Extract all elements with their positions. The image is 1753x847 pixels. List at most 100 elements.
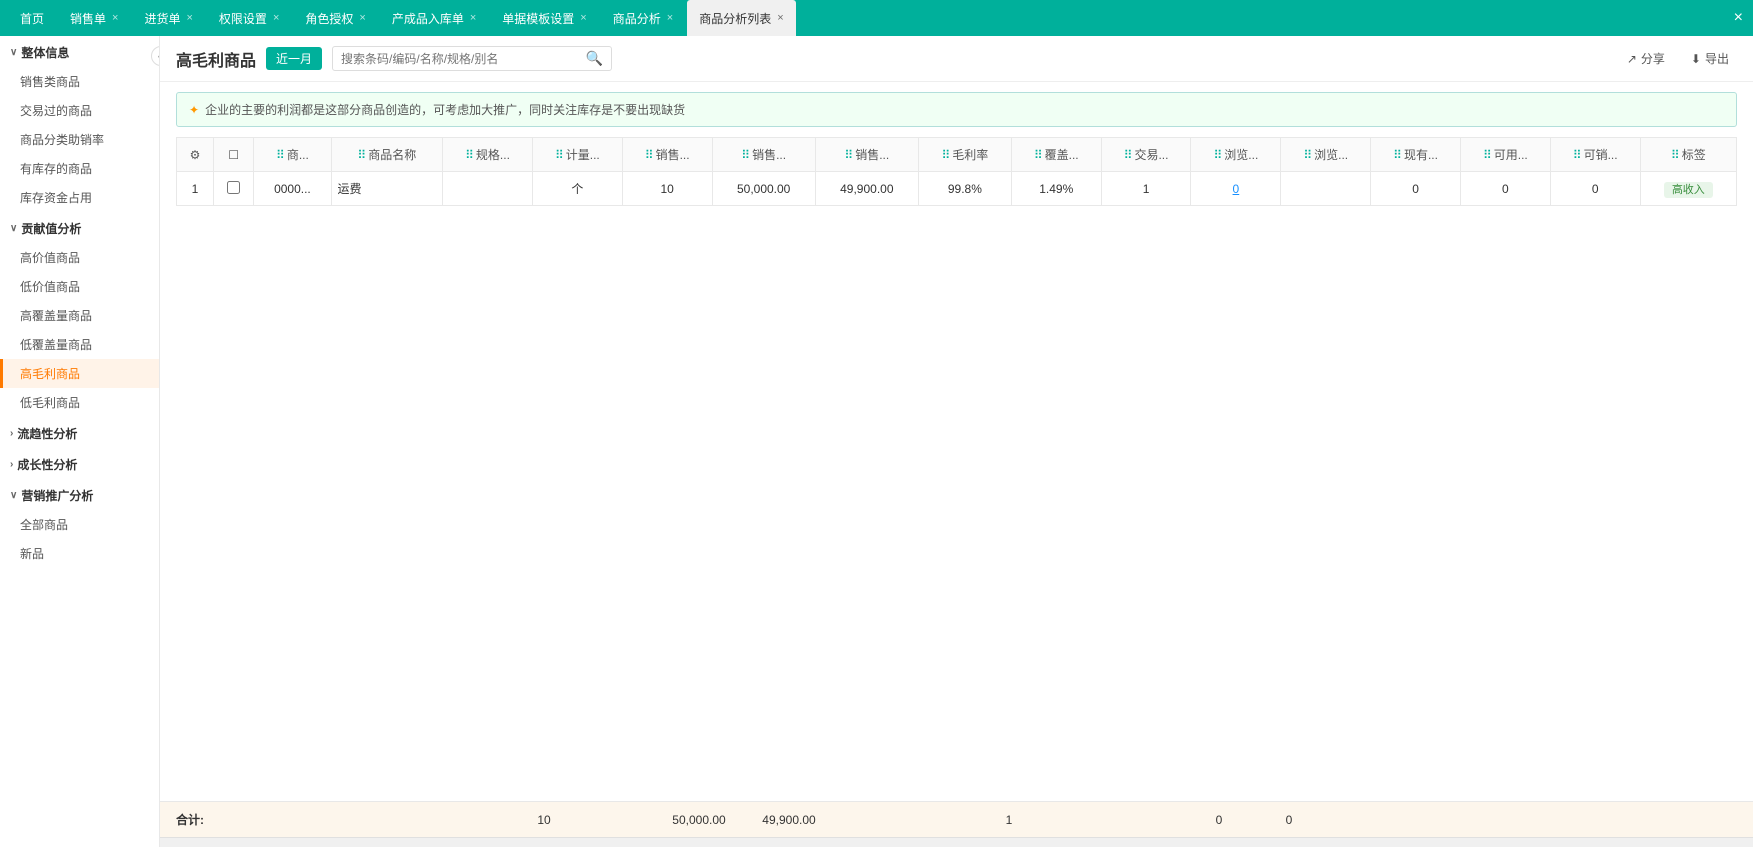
sidebar-item-0-0[interactable]: 销售类商品 bbox=[0, 67, 159, 96]
sidebar-group-4[interactable]: ∨营销推广分析 bbox=[0, 479, 159, 510]
col-header-sales_amount[interactable]: ⠿销售... bbox=[712, 138, 815, 172]
nav-item-1[interactable]: 销售单 × bbox=[58, 0, 130, 36]
nav-item-2[interactable]: 进货单× bbox=[132, 0, 204, 36]
nav-close-icon[interactable]: × bbox=[359, 12, 365, 24]
nav-item-5[interactable]: 产成品入库单 × bbox=[380, 0, 488, 36]
col-header-sales_profit[interactable]: ⠿销售... bbox=[815, 138, 918, 172]
nav-close-icon[interactable]: × bbox=[777, 12, 783, 24]
row-tag: 高收入 bbox=[1640, 172, 1736, 206]
row-spec bbox=[443, 172, 533, 206]
sidebar-item-4-1[interactable]: 新品 bbox=[0, 539, 159, 568]
row-available-stock: 0 bbox=[1460, 172, 1550, 206]
group-arrow-icon: › bbox=[10, 428, 13, 439]
nav-item-8[interactable]: 商品分析列表× bbox=[687, 0, 795, 36]
bottom-scrollbar[interactable] bbox=[160, 837, 1753, 847]
footer-cell-6 bbox=[574, 813, 654, 827]
col-header-view2[interactable]: ⠿浏览... bbox=[1281, 138, 1371, 172]
col-header-checkbox[interactable]: ☐ bbox=[213, 138, 253, 172]
sidebar-group-1[interactable]: ∨ 贡献值分析 bbox=[0, 212, 159, 243]
close-all-tabs[interactable]: × bbox=[1734, 9, 1743, 27]
nav-item-6[interactable]: 单据模板设置× bbox=[490, 0, 598, 36]
nav-close-icon[interactable]: × bbox=[112, 12, 118, 24]
footer-cell-7: 50,000.00 bbox=[654, 813, 744, 827]
sort-icon: ⠿ bbox=[1124, 148, 1133, 162]
sidebar-item-1-2[interactable]: 高覆盖量商品 bbox=[0, 301, 159, 330]
sidebar-item-1-1[interactable]: 低价值商品 bbox=[0, 272, 159, 301]
col-header-coverage[interactable]: ⠿覆盖... bbox=[1011, 138, 1101, 172]
row-view1[interactable]: 0 bbox=[1191, 172, 1281, 206]
col-header-tag[interactable]: ⠿标签 bbox=[1640, 138, 1736, 172]
nav-item-7[interactable]: 商品分析 × bbox=[601, 0, 685, 36]
col-header-unit[interactable]: ⠿计量... bbox=[532, 138, 622, 172]
group-label: 贡献值分析 bbox=[21, 220, 81, 237]
sidebar-group-0[interactable]: ∨整体信息 bbox=[0, 36, 159, 67]
col-header-sellable_stock[interactable]: ⠿可销... bbox=[1550, 138, 1640, 172]
nav-label: 产成品入库单 bbox=[392, 10, 464, 27]
footer-cell-13 bbox=[1114, 813, 1184, 827]
sidebar-item-0-3[interactable]: 有库存的商品 bbox=[0, 154, 159, 183]
nav-item-4[interactable]: 角色授权× bbox=[293, 0, 377, 36]
nav-close-icon[interactable]: × bbox=[470, 12, 476, 24]
col-header-transaction[interactable]: ⠿交易... bbox=[1101, 138, 1191, 172]
col-header-name[interactable]: ⠿商品名称 bbox=[331, 138, 443, 172]
sort-icon: ⠿ bbox=[1303, 148, 1312, 162]
group-arrow-icon: › bbox=[10, 459, 13, 470]
sort-icon: ⠿ bbox=[1573, 148, 1582, 162]
table-footer: 合计: 1050,000.0049,900.00100 bbox=[160, 801, 1753, 837]
col-header-settings[interactable]: ⚙ bbox=[177, 138, 214, 172]
nav-close-icon[interactable]: × bbox=[667, 12, 673, 24]
footer-cell-4 bbox=[444, 813, 514, 827]
col-header-view1[interactable]: ⠿浏览... bbox=[1191, 138, 1281, 172]
group-arrow-icon: ∨ bbox=[10, 223, 17, 234]
nav-close-icon[interactable]: × bbox=[186, 12, 192, 24]
share-button[interactable]: ↗ 分享 bbox=[1619, 47, 1673, 70]
sidebar-item-1-3[interactable]: 低覆盖量商品 bbox=[0, 330, 159, 359]
settings-icon[interactable]: ⚙ bbox=[190, 148, 201, 162]
group-label: 流趋性分析 bbox=[17, 425, 77, 442]
footer-cell-9 bbox=[834, 813, 904, 827]
col-header-current_stock[interactable]: ⠿现有... bbox=[1371, 138, 1461, 172]
sort-icon: ⠿ bbox=[1393, 148, 1402, 162]
col-header-spec[interactable]: ⠿规格... bbox=[443, 138, 533, 172]
row-checkbox[interactable] bbox=[213, 172, 253, 206]
sort-icon: ⠿ bbox=[1213, 148, 1222, 162]
sidebar-group-2[interactable]: › 流趋性分析 bbox=[0, 417, 159, 448]
row-index: 1 bbox=[177, 172, 214, 206]
group-arrow-icon: ∨ bbox=[10, 47, 17, 58]
date-filter-button[interactable]: 近一月 bbox=[266, 47, 322, 70]
table-container: ⚙☐⠿商...⠿商品名称⠿规格...⠿计量...⠿销售...⠿销售...⠿销售.… bbox=[160, 137, 1753, 801]
sidebar-item-1-5[interactable]: 低毛利商品 bbox=[0, 388, 159, 417]
nav-close-icon[interactable]: × bbox=[580, 12, 586, 24]
nav-item-3[interactable]: 权限设置× bbox=[207, 0, 291, 36]
row-code: 0000... bbox=[254, 172, 331, 206]
sidebar-item-4-0[interactable]: 全部商品 bbox=[0, 510, 159, 539]
nav-label: 商品分析 bbox=[613, 10, 661, 27]
row-name: 运费 bbox=[331, 172, 443, 206]
sidebar-item-0-4[interactable]: 库存资金占用 bbox=[0, 183, 159, 212]
sort-icon: ⠿ bbox=[465, 148, 474, 162]
col-header-code[interactable]: ⠿商... bbox=[254, 138, 331, 172]
row-view2 bbox=[1281, 172, 1371, 206]
sidebar-item-0-2[interactable]: 商品分类助销率 bbox=[0, 125, 159, 154]
col-header-gross_margin[interactable]: ⠿毛利率 bbox=[918, 138, 1011, 172]
nav-label: 销售单 bbox=[70, 10, 106, 27]
content-area: 高毛利商品 近一月 🔍 ↗ 分享 ⬇ 导出 ✦ 企业的主要的利润都是这部分商品创… bbox=[160, 36, 1753, 847]
page-title: 高毛利商品 bbox=[176, 47, 256, 71]
search-input[interactable] bbox=[341, 52, 581, 66]
sidebar-item-1-4[interactable]: 高毛利商品 bbox=[0, 359, 159, 388]
select-all-checkbox[interactable]: ☐ bbox=[228, 148, 239, 162]
footer-cells: 1050,000.0049,900.00100 bbox=[224, 813, 1737, 827]
sidebar-item-0-1[interactable]: 交易过的商品 bbox=[0, 96, 159, 125]
col-header-sales_qty[interactable]: ⠿销售... bbox=[622, 138, 712, 172]
sort-icon: ⠿ bbox=[941, 148, 950, 162]
sort-icon: ⠿ bbox=[844, 148, 853, 162]
sidebar-item-1-0[interactable]: 高价值商品 bbox=[0, 243, 159, 272]
export-button[interactable]: ⬇ 导出 bbox=[1683, 47, 1737, 70]
row-coverage: 1.49% bbox=[1011, 172, 1101, 206]
group-arrow-icon: ∨ bbox=[10, 490, 17, 501]
col-header-available_stock[interactable]: ⠿可用... bbox=[1460, 138, 1550, 172]
search-icon[interactable]: 🔍 bbox=[586, 50, 603, 67]
sidebar-group-3[interactable]: ›成长性分析 bbox=[0, 448, 159, 479]
nav-item-0[interactable]: 首页 bbox=[8, 0, 56, 36]
nav-close-icon[interactable]: × bbox=[273, 12, 279, 24]
